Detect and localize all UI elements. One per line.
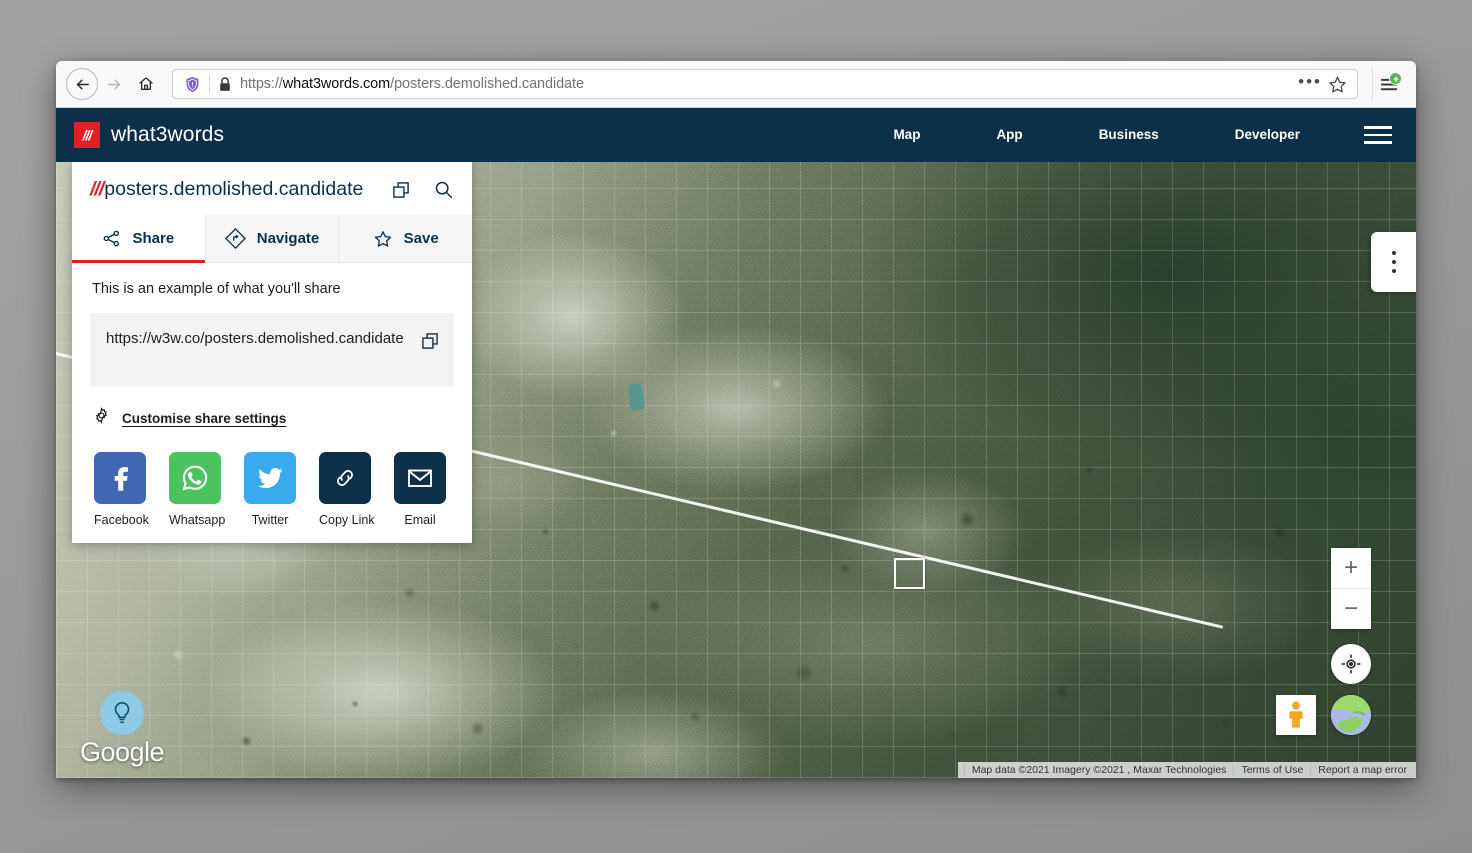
customise-share-settings-link[interactable]: Customise share settings (90, 406, 454, 430)
share-email-label: Email (404, 513, 436, 527)
share-url-text: https://w3w.co/posters.demolished.candid… (106, 330, 404, 347)
tab-navigate[interactable]: Navigate (205, 215, 340, 262)
zoom-controls: + − (1331, 548, 1371, 629)
twitter-icon (244, 452, 296, 504)
divider (209, 75, 210, 93)
home-icon[interactable] (130, 68, 162, 100)
share-copy-link-label: Copy Link (319, 513, 375, 527)
more-options-icon[interactable] (1371, 232, 1416, 292)
update-arrow-icon[interactable] (1389, 72, 1402, 85)
tab-save[interactable]: Save (339, 215, 473, 262)
browser-toolbar: https://what3words.com/posters.demolishe… (56, 61, 1416, 108)
terms-of-use-link[interactable]: Terms of Use (1234, 764, 1312, 776)
panel-tabs: Share Navigate Save (72, 215, 473, 263)
site-navbar: /// what3words Map App Business Develope… (56, 108, 1416, 162)
tab-save-label: Save (403, 230, 439, 247)
google-logo-text: Google (80, 737, 165, 767)
w3w-address-text: posters.demolished.candidate (104, 178, 364, 200)
zoom-out-button[interactable]: − (1331, 589, 1371, 629)
google-logo[interactable]: Google (80, 691, 165, 768)
share-url-box[interactable]: https://w3w.co/posters.demolished.candid… (90, 313, 454, 387)
w3w-slashes-icon: /// (74, 122, 100, 148)
browser-window: https://what3words.com/posters.demolishe… (56, 61, 1416, 778)
back-arrow-icon[interactable] (66, 68, 98, 100)
share-facebook-label: Facebook (94, 513, 149, 527)
panel-header: ///posters.demolished.candidate (72, 162, 472, 215)
forward-arrow-icon[interactable] (98, 68, 130, 100)
social-share-row: Facebook Whatsapp Twitter Copy Link Emai… (90, 452, 454, 527)
share-twitter-label: Twitter (251, 513, 289, 527)
share-whatsapp-button[interactable]: Whatsapp (169, 452, 226, 527)
nav-link-app[interactable]: App (958, 127, 1060, 142)
facebook-icon (94, 452, 146, 504)
gear-icon (92, 406, 111, 430)
tab-share[interactable]: Share (72, 215, 206, 263)
brand-logo[interactable]: /// what3words (74, 122, 224, 148)
panel-body: This is an example of what you'll share … (72, 263, 472, 543)
lock-icon[interactable] (216, 76, 234, 92)
nav-link-map[interactable]: Map (855, 127, 958, 142)
hamburger-menu-icon[interactable] (1364, 126, 1392, 144)
brand-name: what3words (111, 123, 225, 146)
globe-basemap-icon[interactable] (1331, 695, 1371, 735)
lightbulb-icon[interactable] (100, 691, 145, 735)
url-text[interactable]: https://what3words.com/posters.demolishe… (234, 76, 1294, 92)
share-twitter-button[interactable]: Twitter (244, 452, 296, 527)
hamburger-menu-icon[interactable] (1372, 68, 1406, 100)
attribution-data: Map data ©2021 Imagery ©2021 , Maxar Tec… (963, 764, 1235, 776)
share-example-text: This is an example of what you'll share (92, 281, 341, 297)
customise-share-settings-label: Customise share settings (122, 410, 287, 426)
panel-header-actions (391, 179, 454, 200)
map-canvas[interactable]: ///posters.demolished.candidate Share Na… (56, 162, 1416, 778)
w3w-slashes-icon: /// (90, 178, 104, 200)
ellipsis-icon[interactable]: ••• (1294, 73, 1328, 92)
share-copy-link-button[interactable]: Copy Link (319, 452, 375, 527)
address-bar[interactable]: https://what3words.com/posters.demolishe… (172, 69, 1358, 99)
search-icon[interactable] (433, 179, 454, 200)
my-location-icon[interactable] (1331, 644, 1371, 684)
map-attribution: Map data ©2021 Imagery ©2021 , Maxar Tec… (957, 762, 1416, 778)
tab-navigate-label: Navigate (256, 230, 320, 247)
nav-link-developer[interactable]: Developer (1197, 127, 1338, 142)
star-icon[interactable] (1328, 75, 1349, 94)
report-map-error-link[interactable]: Report a map error (1311, 764, 1410, 776)
nav-link-business[interactable]: Business (1061, 127, 1197, 142)
shield-icon[interactable] (181, 76, 203, 93)
share-facebook-button[interactable]: Facebook (94, 452, 149, 527)
share-email-button[interactable]: Email (394, 452, 446, 527)
selected-grid-square[interactable] (894, 558, 925, 589)
copy-icon[interactable] (420, 329, 440, 356)
nav-links: Map App Business Developer (855, 126, 1392, 144)
link-icon (319, 452, 371, 504)
w3w-address: ///posters.demolished.candidate (90, 178, 363, 201)
share-whatsapp-label: Whatsapp (169, 513, 226, 527)
envelope-icon (394, 452, 446, 504)
copy-icon[interactable] (391, 180, 411, 200)
whatsapp-icon (169, 452, 221, 504)
tab-share-label: Share (132, 230, 175, 247)
zoom-in-button[interactable]: + (1331, 548, 1371, 588)
street-view-pegman-icon[interactable] (1276, 695, 1316, 735)
location-share-panel: ///posters.demolished.candidate Share Na… (72, 162, 473, 543)
